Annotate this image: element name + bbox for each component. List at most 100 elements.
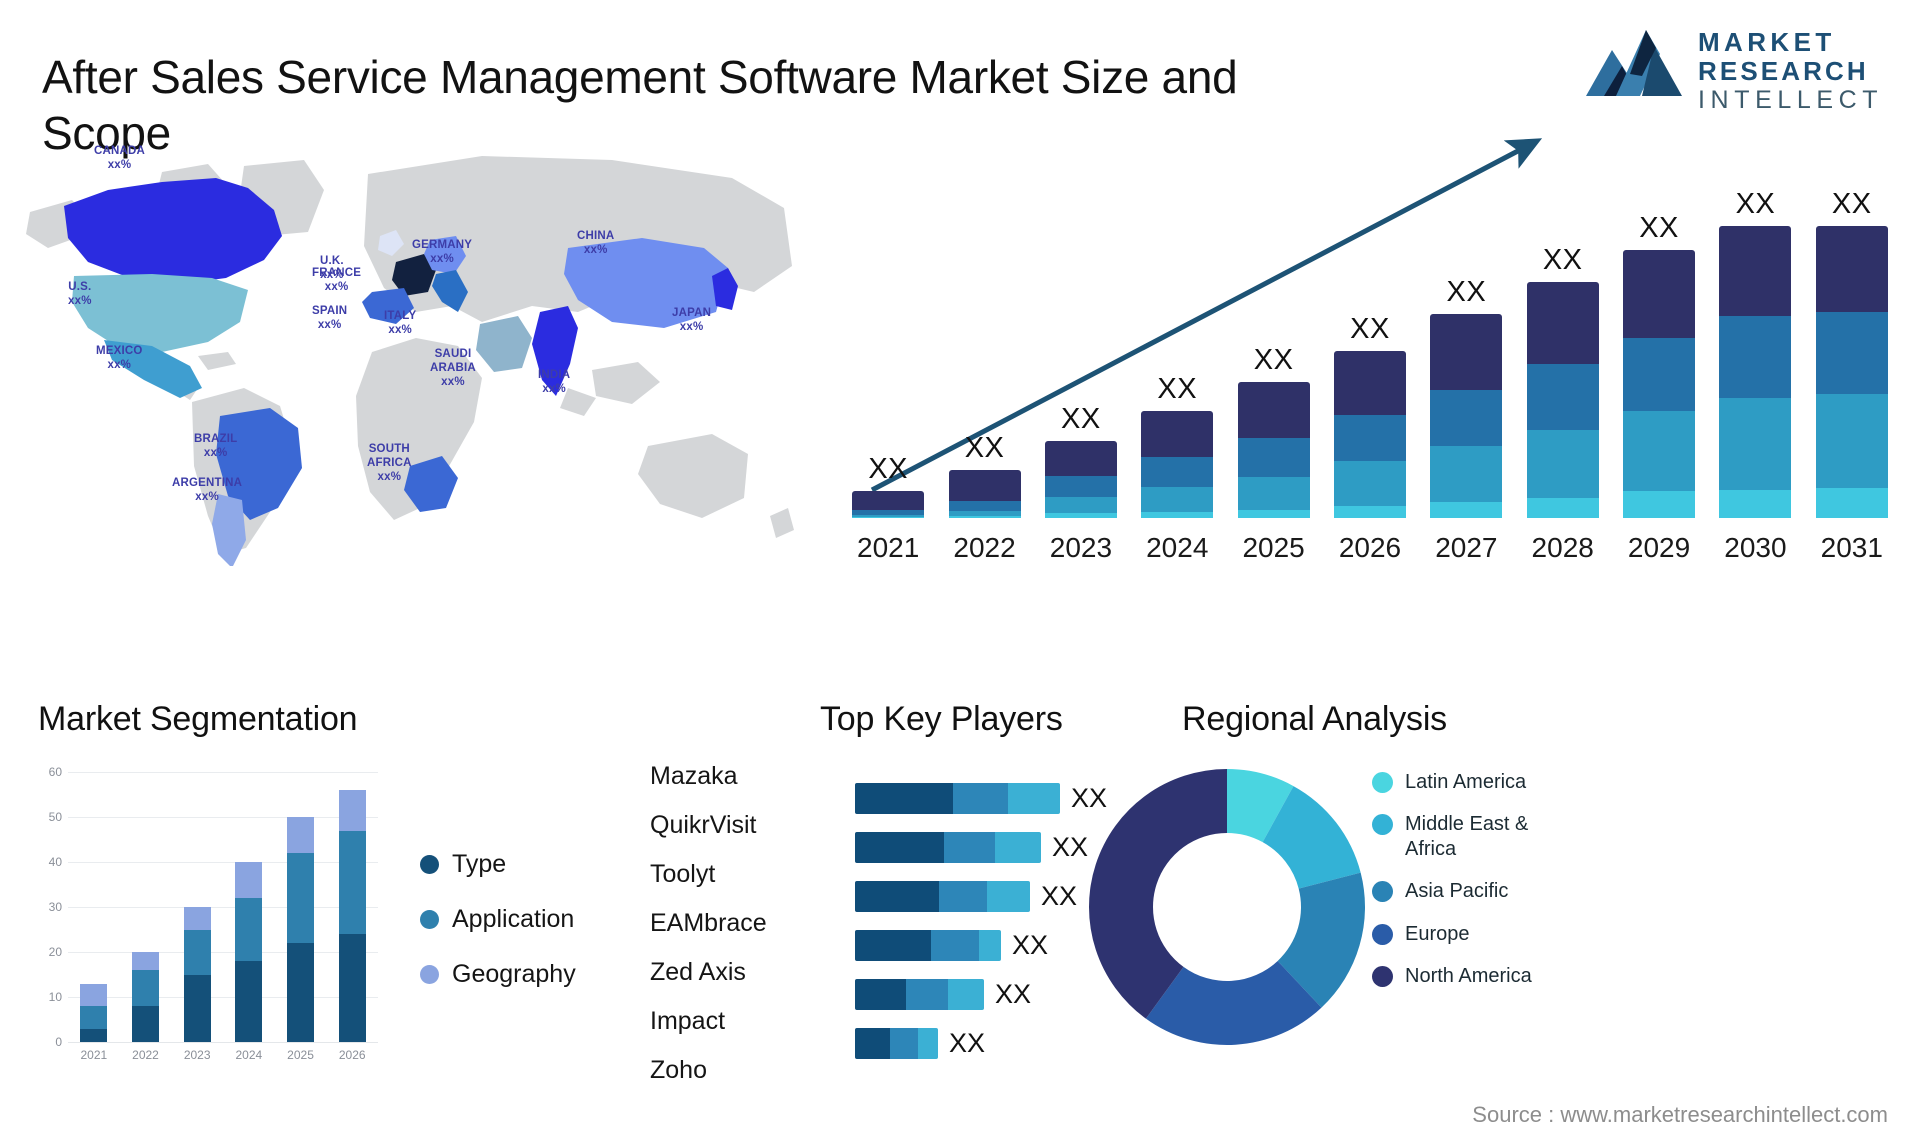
- forecast-year-label: 2026: [1338, 532, 1402, 563]
- map-label-south-africa: SOUTH AFRICA xx%: [367, 442, 412, 484]
- legend-dot-icon: [1372, 814, 1393, 836]
- map-label-value: xx%: [324, 281, 349, 294]
- segmentation-legend-item[interactable]: Geography: [420, 960, 576, 989]
- map-label-value: xx%: [542, 383, 566, 396]
- forecast-bar-value-label: XX: [1061, 403, 1101, 436]
- segmentation-bar-segment: [183, 907, 211, 930]
- map-label-value: xx%: [317, 319, 342, 332]
- regional-legend-item[interactable]: Asia Pacific: [1372, 879, 1575, 903]
- segmentation-y-tick: 20: [48, 945, 62, 959]
- regional-legend-label: Latin America: [1405, 771, 1527, 793]
- segmentation-bar-segment: [80, 1006, 108, 1029]
- forecast-bar-segment: [1333, 350, 1406, 415]
- regional-legend-label: Europe: [1405, 922, 1470, 945]
- segmentation-plot: [68, 772, 378, 1043]
- regional-analysis-section: Regional Analysis Latin America Middle Ea…: [1089, 700, 1910, 1130]
- forecast-bar-segment: [948, 500, 1021, 511]
- forecast-bar-segment: [852, 516, 925, 518]
- forecast-bar-segment: [1526, 429, 1599, 498]
- forecast-bar-column: XX: [1804, 188, 1900, 518]
- segmentation-bar-column: [275, 772, 327, 1042]
- segmentation-legend: Type Application Geography: [420, 850, 576, 1015]
- key-player-value-label: XX: [1012, 930, 1049, 960]
- segmentation-legend-label: Geography: [452, 960, 576, 988]
- forecast-bar-segment: [1623, 411, 1696, 492]
- forecast-bar-segment: [1141, 487, 1214, 512]
- key-player-bar-segment: [939, 881, 987, 912]
- key-player-bar-segment: [855, 832, 944, 863]
- segmentation-legend-item[interactable]: Application: [420, 905, 576, 934]
- regional-donut-chart: [1089, 769, 1365, 1045]
- key-player-bar-segment: [855, 783, 953, 814]
- regional-legend-item[interactable]: Europe: [1372, 922, 1575, 946]
- legend-dot-icon: [1372, 965, 1393, 987]
- regional-legend-label: Asia Pacific: [1405, 880, 1509, 903]
- forecast-bar-value-label: XX: [964, 431, 1005, 464]
- logo-line-3: INTELLECT: [1698, 86, 1884, 115]
- segmentation-x-label: 2021: [80, 1048, 108, 1062]
- key-player-name: Toolyt: [650, 860, 716, 888]
- key-player-name: Mazaka: [650, 762, 738, 790]
- forecast-bar-segment: [1623, 249, 1696, 338]
- map-label-china: CHINA xx%: [577, 229, 614, 257]
- segmentation-bars: [68, 772, 378, 1042]
- segmentation-bar-segment: [132, 970, 159, 1006]
- map-label-mexico: MEXICO xx%: [96, 344, 143, 372]
- key-player-bar-segment: [1008, 783, 1060, 814]
- forecast-bar-segment: [1430, 501, 1503, 518]
- key-player-bar-segment: [944, 832, 995, 863]
- forecast-bars: XX XX XX XX XX XX XX XX XX XX XX: [840, 188, 1900, 518]
- map-label-name: SPAIN: [312, 305, 348, 317]
- forecast-bar-segment: [1719, 490, 1792, 518]
- segmentation-bar-segment: [183, 974, 211, 1042]
- segmentation-legend-item[interactable]: Type: [420, 850, 576, 879]
- infographic-root: After Sales Service Management Software …: [0, 0, 1920, 1146]
- regional-legend-item[interactable]: Latin America: [1372, 770, 1575, 794]
- forecast-year-label: 2028: [1531, 532, 1594, 563]
- forecast-bar-stack: [1815, 226, 1888, 518]
- map-label-name: FRANCE: [312, 267, 362, 279]
- map-label-france: FRANCE xx%: [312, 266, 361, 294]
- forecast-bar-segment: [1044, 512, 1117, 518]
- segmentation-bar-segment: [80, 1028, 108, 1042]
- key-player-bar-segment: [948, 979, 984, 1010]
- map-label-italy: ITALY xx%: [384, 309, 416, 337]
- forecast-bar-stack: [1237, 381, 1310, 518]
- key-player-bar-segment: [918, 1028, 938, 1059]
- forecast-bar-value-label: XX: [1735, 188, 1776, 220]
- key-player-name: EAMbrace: [650, 909, 767, 937]
- forecast-bar-segment: [1333, 414, 1406, 461]
- key-player-bar-segment: [890, 1028, 918, 1059]
- forecast-bar-segment: [1719, 398, 1792, 490]
- forecast-bar-value-label: XX: [1446, 276, 1487, 309]
- key-player-bar: [855, 979, 984, 1010]
- segmentation-bar-segment: [235, 862, 263, 898]
- map-label-name: ITALY: [384, 310, 417, 322]
- key-player-bar: [855, 881, 1030, 912]
- forecast-bar-segment: [1815, 488, 1888, 518]
- map-label-value: xx%: [203, 447, 228, 460]
- forecast-bar-segment: [1237, 438, 1310, 478]
- key-player-bar-segment: [931, 930, 979, 961]
- forecast-bar-segment: [1815, 226, 1888, 313]
- forecast-bar-value-label: XX: [1157, 373, 1198, 406]
- segmentation-bar-stack: [132, 952, 159, 1042]
- segmentation-bar-segment: [287, 817, 315, 853]
- forecast-bar-column: XX: [936, 188, 1032, 518]
- forecast-year-axis: 2021 2022 2023 2024 2025 2026 2027 2028 2029 2030…: [840, 532, 1900, 564]
- map-label-name: ARGENTINA: [172, 477, 243, 489]
- regional-legend-item[interactable]: North America: [1372, 964, 1575, 988]
- key-player-value-label: XX: [1041, 881, 1078, 911]
- world-map: CANADA xx% U.S. xx% MEXICO xx% BRAZIL xx% ARGENT…: [12, 116, 812, 568]
- key-player-bar-segment: [855, 930, 931, 961]
- segmentation-bar-column: [326, 772, 378, 1042]
- market-segmentation-section: Market Segmentation 0 10 20 30 40 50 60 2021 20…: [30, 700, 630, 1130]
- map-label-value: xx%: [388, 324, 412, 337]
- segmentation-bar-segment: [338, 934, 366, 1042]
- logo-line-1: MARKET: [1698, 27, 1836, 57]
- segmentation-legend-label: Type: [452, 850, 507, 878]
- regional-legend-item[interactable]: Middle East & Africa: [1372, 812, 1575, 861]
- map-label-name: INDIA: [538, 369, 571, 381]
- forecast-bar-segment: [1237, 381, 1310, 439]
- forecast-bar-segment: [1333, 460, 1406, 506]
